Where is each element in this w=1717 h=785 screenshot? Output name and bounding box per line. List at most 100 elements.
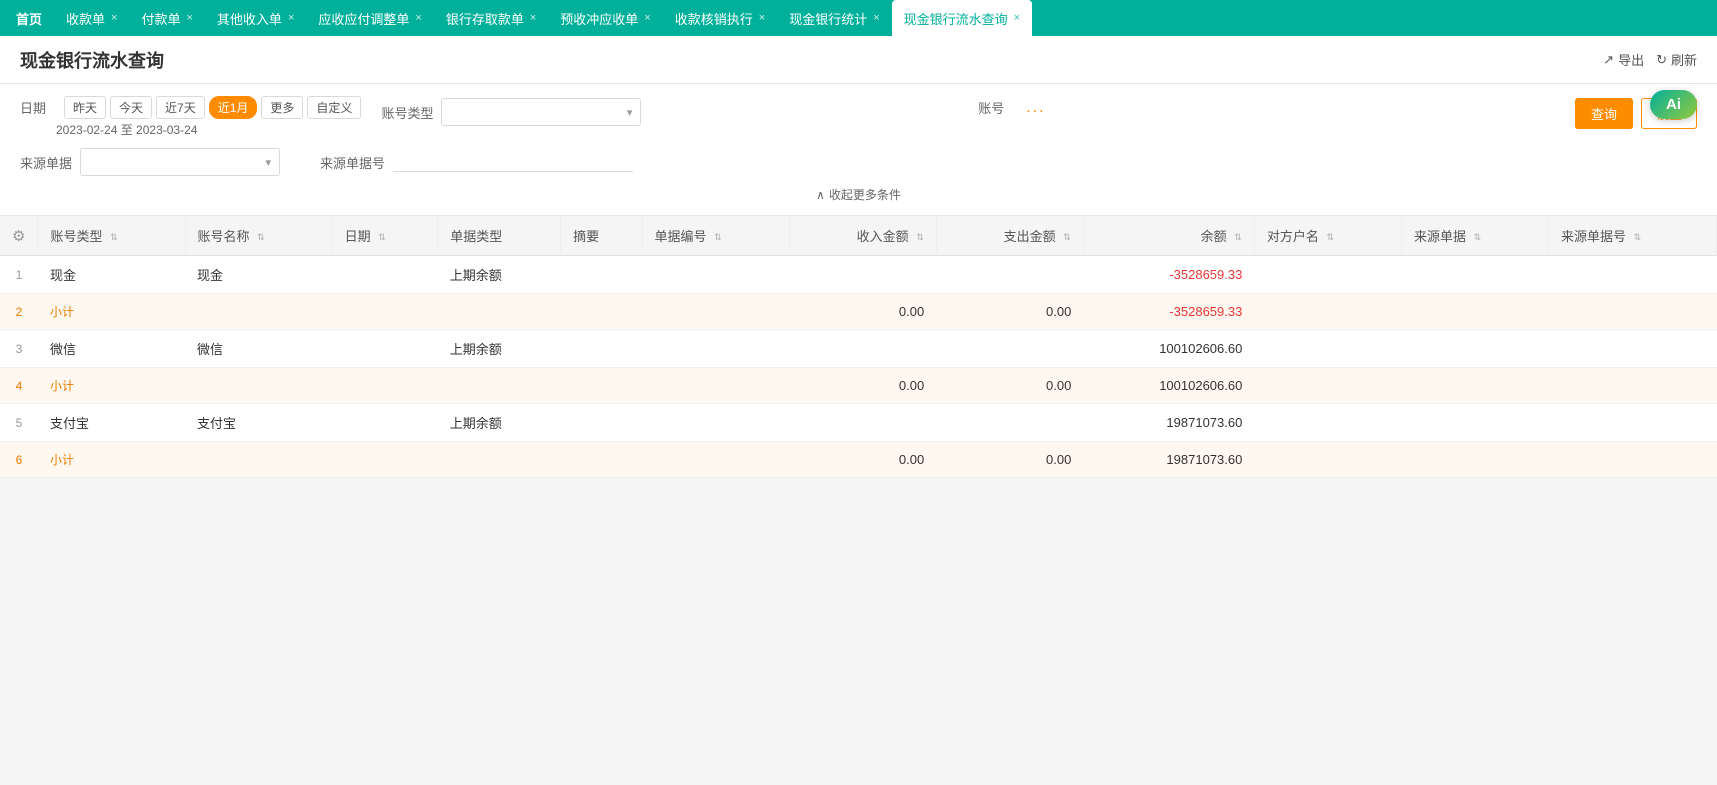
gear-icon[interactable]: ⚙ xyxy=(12,228,25,245)
row-num: 3 xyxy=(0,330,38,368)
account-label: 账号 xyxy=(978,98,1018,117)
refresh-icon: ↻ xyxy=(1656,52,1667,68)
row-source-doc-no xyxy=(1549,256,1717,294)
sort-icon[interactable]: ⇅ xyxy=(714,233,722,242)
sort-icon[interactable]: ⇅ xyxy=(1474,233,1482,242)
date-btn-more[interactable]: 更多 xyxy=(261,96,303,119)
row-num: 6 xyxy=(0,442,38,478)
table-row: 5 支付宝 支付宝 上期余额 19871073.60 xyxy=(0,404,1717,442)
refresh-button[interactable]: ↻ 刷新 xyxy=(1656,50,1697,69)
row-doc-no xyxy=(642,368,789,404)
table-row: 2 小计 0.00 0.00 -3528659.33 xyxy=(0,294,1717,330)
column-source-doc-no: 来源单据号 ⇅ xyxy=(1549,216,1717,256)
row-income xyxy=(789,404,936,442)
data-table: ⚙ 账号类型 ⇅ 账号名称 ⇅ 日期 ⇅ 单据类型 摘要 单据编号 ⇅ 收入金额… xyxy=(0,216,1717,478)
source-doc-no-input[interactable] xyxy=(393,152,633,172)
close-icon[interactable]: × xyxy=(288,12,294,24)
date-btn-1month[interactable]: 近1月 xyxy=(209,96,258,119)
row-date xyxy=(332,256,438,294)
close-icon[interactable]: × xyxy=(415,12,421,24)
query-button[interactable]: 查询 xyxy=(1575,98,1633,129)
row-income: 0.00 xyxy=(789,368,936,404)
row-source-doc xyxy=(1401,404,1548,442)
close-icon[interactable]: × xyxy=(759,12,765,24)
date-range-display: 2023-02-24 至 2023-03-24 xyxy=(56,123,197,137)
column-balance: 余额 ⇅ xyxy=(1083,216,1254,256)
row-date xyxy=(332,330,438,368)
ai-badge[interactable]: Ai xyxy=(1650,90,1697,119)
close-icon[interactable]: × xyxy=(530,12,536,24)
row-doc-type xyxy=(438,368,561,404)
collapse-button[interactable]: ∧ 收起更多条件 xyxy=(816,186,901,203)
sort-icon[interactable]: ⇅ xyxy=(1634,233,1642,242)
sort-icon[interactable]: ⇅ xyxy=(110,233,118,242)
account-type-select[interactable]: ▾ xyxy=(441,98,641,126)
nav-item-prepay-offset[interactable]: 预收冲应收单 × xyxy=(548,0,662,36)
nav-item-home[interactable]: 首页 xyxy=(4,0,54,36)
export-button[interactable]: ↗ 导出 xyxy=(1603,50,1644,69)
row-income xyxy=(789,330,936,368)
sort-icon[interactable]: ⇅ xyxy=(378,233,386,242)
row-summary xyxy=(561,368,642,404)
date-btn-7days[interactable]: 近7天 xyxy=(156,96,205,119)
close-icon[interactable]: × xyxy=(186,12,192,24)
row-account-name: 支付宝 xyxy=(185,404,332,442)
row-doc-type xyxy=(438,294,561,330)
row-summary xyxy=(561,294,642,330)
close-icon[interactable]: × xyxy=(644,12,650,24)
sort-icon[interactable]: ⇅ xyxy=(1234,233,1242,242)
row-account-name xyxy=(185,368,332,404)
row-num: 2 xyxy=(0,294,38,330)
collapse-up-icon: ∧ xyxy=(816,188,825,202)
row-num: 5 xyxy=(0,404,38,442)
row-source-doc-no xyxy=(1549,442,1717,478)
date-btn-custom[interactable]: 自定义 xyxy=(307,96,361,119)
row-balance: -3528659.33 xyxy=(1083,256,1254,294)
nav-item-cash-bank-flow[interactable]: 现金银行流水查询 × xyxy=(892,0,1032,36)
nav-item-bank-deposit[interactable]: 银行存取款单 × xyxy=(434,0,548,36)
close-icon-active[interactable]: × xyxy=(1014,12,1020,24)
source-doc-filter: 来源单据 ▾ xyxy=(20,148,280,176)
close-icon[interactable]: × xyxy=(873,12,879,24)
nav-item-write-off[interactable]: 收款核销执行 × xyxy=(663,0,777,36)
row-date xyxy=(332,294,438,330)
nav-item-receipt[interactable]: 收款单 × xyxy=(54,0,129,36)
nav-item-ar-ap-adjust[interactable]: 应收应付调整单 × xyxy=(306,0,433,36)
header-actions: ↗ 导出 ↻ 刷新 xyxy=(1603,50,1697,69)
column-settings[interactable]: ⚙ xyxy=(0,216,38,256)
row-doc-no xyxy=(642,330,789,368)
row-counterpart xyxy=(1254,256,1401,294)
sort-icon[interactable]: ⇅ xyxy=(1326,233,1334,242)
date-label: 日期 xyxy=(20,98,60,117)
nav-item-cash-bank-stat[interactable]: 现金银行统计 × xyxy=(777,0,891,36)
table-header-row: ⚙ 账号类型 ⇅ 账号名称 ⇅ 日期 ⇅ 单据类型 摘要 单据编号 ⇅ 收入金额… xyxy=(0,216,1717,256)
row-income: 0.00 xyxy=(789,294,936,330)
row-source-doc xyxy=(1401,294,1548,330)
date-btn-today[interactable]: 今天 xyxy=(110,96,152,119)
account-type-label: 账号类型 xyxy=(381,103,433,122)
chevron-down-icon: ▾ xyxy=(265,156,271,169)
row-counterpart xyxy=(1254,330,1401,368)
account-dots-button[interactable]: ... xyxy=(1026,99,1045,117)
nav-item-other-income[interactable]: 其他收入单 × xyxy=(205,0,306,36)
row-source-doc xyxy=(1401,442,1548,478)
row-source-doc xyxy=(1401,256,1548,294)
date-filter-group: 日期 昨天 今天 近7天 近1月 更多 自定义 2023-02-24 至 202… xyxy=(20,96,361,138)
sort-icon[interactable]: ⇅ xyxy=(1063,233,1071,242)
table-row: 3 微信 微信 上期余额 100102606.60 xyxy=(0,330,1717,368)
source-doc-select[interactable]: ▾ xyxy=(80,148,280,176)
nav-item-payment[interactable]: 付款单 × xyxy=(129,0,204,36)
row-summary xyxy=(561,330,642,368)
sort-icon[interactable]: ⇅ xyxy=(916,233,924,242)
row-doc-no xyxy=(642,256,789,294)
column-source-doc: 来源单据 ⇅ xyxy=(1401,216,1548,256)
row-account-type: 支付宝 xyxy=(38,404,185,442)
date-btn-yesterday[interactable]: 昨天 xyxy=(64,96,106,119)
row-doc-no xyxy=(642,294,789,330)
source-doc-label: 来源单据 xyxy=(20,153,72,172)
row-date xyxy=(332,442,438,478)
row-doc-type: 上期余额 xyxy=(438,404,561,442)
close-icon[interactable]: × xyxy=(111,12,117,24)
row-counterpart xyxy=(1254,294,1401,330)
sort-icon[interactable]: ⇅ xyxy=(257,233,265,242)
